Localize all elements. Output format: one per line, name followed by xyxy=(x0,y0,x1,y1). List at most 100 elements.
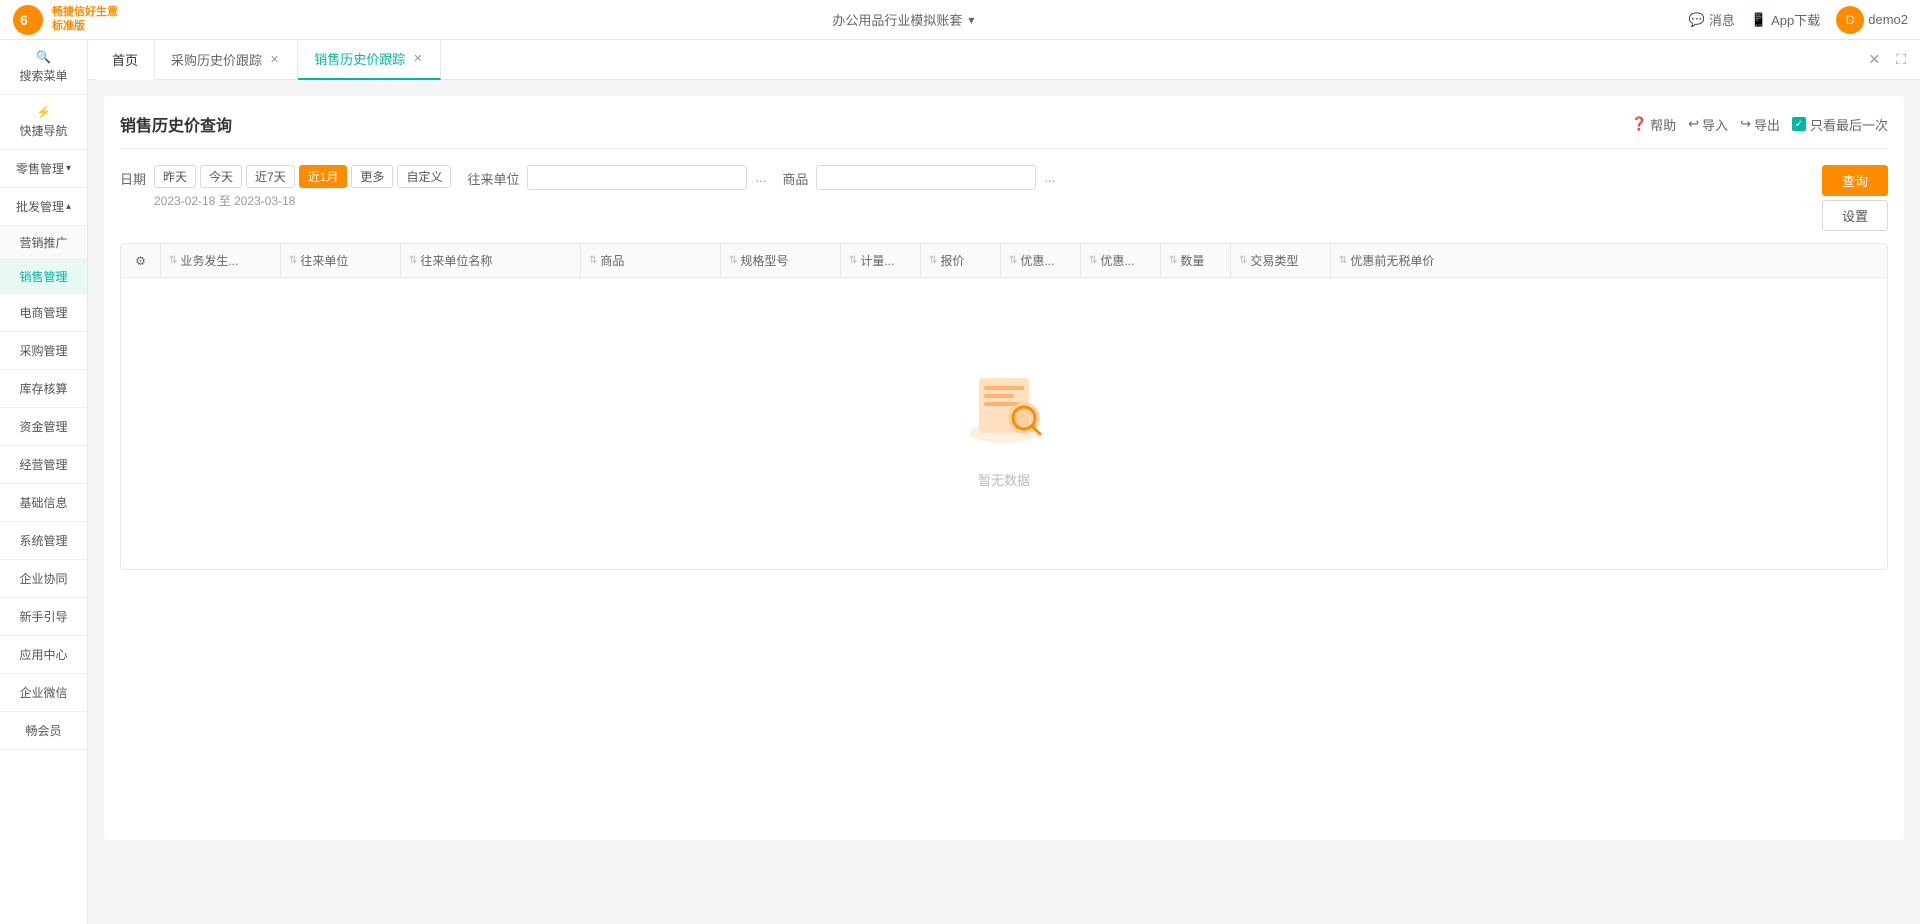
page-title-actions: ❓ 帮助 ↩ 导入 ↪ 导出 ✓ 只看最后一次 xyxy=(1631,115,1888,134)
logo-text: 畅捷信好生意 标准版 xyxy=(52,6,118,32)
close-purchase-history-tab[interactable]: ✕ xyxy=(268,53,281,66)
sidebar-item-enterprise-wechat[interactable]: 企业微信 xyxy=(0,674,87,712)
sidebar-item-search-menu[interactable]: 🔍 搜索菜单 xyxy=(0,40,87,95)
th-discount2[interactable]: ⇅ 优惠... xyxy=(1081,244,1161,277)
settings-btn[interactable]: 设置 xyxy=(1822,200,1888,231)
sidebar-item-ops-mgmt[interactable]: 经营管理 xyxy=(0,446,87,484)
th-unit-name-sort-icon: ⇅ xyxy=(409,255,417,266)
app-download-btn[interactable]: 📱 App下载 xyxy=(1751,10,1820,29)
empty-state-icon xyxy=(954,358,1054,458)
sidebar-item-finance-mgmt[interactable]: 资金管理 xyxy=(0,408,87,446)
import-btn[interactable]: ↩ 导入 xyxy=(1688,115,1728,134)
th-discount1-sort-icon: ⇅ xyxy=(1009,255,1017,266)
sidebar-item-app-center[interactable]: 应用中心 xyxy=(0,636,87,674)
wholesale-arrow-icon: ▴ xyxy=(66,201,71,212)
sidebar-item-sales-mgmt[interactable]: 销售管理 xyxy=(0,260,87,294)
help-btn[interactable]: ❓ 帮助 xyxy=(1631,115,1676,134)
th-date[interactable]: ⇅ 业务发生... xyxy=(161,244,281,277)
search-menu-icon: 🔍 xyxy=(36,50,51,64)
only-last-checkbox[interactable]: ✓ 只看最后一次 xyxy=(1792,115,1888,134)
logo-area: 6 畅捷信好生意 标准版 xyxy=(12,4,118,36)
product-dots-btn[interactable]: ... xyxy=(1044,170,1055,185)
fullscreen-btn[interactable]: ⛶ xyxy=(1890,47,1912,72)
retail-arrow-icon: ▾ xyxy=(66,163,71,174)
quick-nav-icon: ⚡ xyxy=(36,105,51,119)
th-notax-price[interactable]: ⇅ 优惠前无税单价 xyxy=(1331,244,1887,277)
date-btn-1month[interactable]: 近1月 xyxy=(299,165,348,188)
from-unit-input[interactable] xyxy=(527,165,747,190)
th-trade-type[interactable]: ⇅ 交易类型 xyxy=(1231,244,1331,277)
sidebar-item-system-mgmt[interactable]: 系统管理 xyxy=(0,522,87,560)
sidebar-item-inventory-check[interactable]: 库存核算 xyxy=(0,370,87,408)
download-icon: 📱 xyxy=(1751,12,1767,28)
content-area: 首页 采购历史价跟踪 ✕ 销售历史价跟踪 ✕ ✕ ⛶ 销售历史价查询 xyxy=(88,40,1920,924)
tab-purchase-history[interactable]: 采购历史价跟踪 ✕ xyxy=(155,40,298,80)
tab-home[interactable]: 首页 xyxy=(96,40,155,80)
sidebar-item-purchase-mgmt[interactable]: 采购管理 xyxy=(0,332,87,370)
th-unit-code[interactable]: ⇅ 往来单位 xyxy=(281,244,401,277)
top-header: 6 畅捷信好生意 标准版 办公用品行业模拟账套 ▾ 💬 消息 📱 App下载 D… xyxy=(0,0,1920,40)
filter-row: 日期 昨天 今天 近7天 近1月 更多 自定义 2023-02-18 至 202… xyxy=(120,165,1888,231)
avatar: D xyxy=(1836,6,1864,34)
help-icon: ❓ xyxy=(1631,116,1647,132)
date-btn-more[interactable]: 更多 xyxy=(351,165,393,188)
th-product[interactable]: ⇅ 商品 xyxy=(581,244,721,277)
th-product-sort-icon: ⇅ xyxy=(589,255,597,266)
user-profile-btn[interactable]: D demo2 xyxy=(1836,6,1908,34)
th-date-sort-icon: ⇅ xyxy=(169,255,177,266)
th-unit-code-sort-icon: ⇅ xyxy=(289,255,297,266)
product-label: 商品 xyxy=(782,165,808,188)
from-unit-filter-group: 往来单位 ... xyxy=(467,165,766,190)
export-icon: ↪ xyxy=(1740,116,1751,132)
product-input[interactable] xyxy=(816,165,1036,190)
sidebar-item-retail-mgmt[interactable]: 零售管理 ▾ xyxy=(0,150,87,188)
sidebar-item-ecommerce-mgmt[interactable]: 电商管理 xyxy=(0,294,87,332)
date-btn-custom[interactable]: 自定义 xyxy=(397,165,451,188)
sidebar-item-enterprise-coop[interactable]: 企业协同 xyxy=(0,560,87,598)
sidebar-item-beginner-guide[interactable]: 新手引导 xyxy=(0,598,87,636)
th-qty[interactable]: ⇅ 数量 xyxy=(1161,244,1231,277)
close-sales-history-tab[interactable]: ✕ xyxy=(411,52,424,65)
sidebar-item-member-club[interactable]: 畅会员 xyxy=(0,712,87,750)
th-discount1[interactable]: ⇅ 优惠... xyxy=(1001,244,1081,277)
main-layout: 🔍 搜索菜单 ⚡ 快捷导航 零售管理 ▾ 批发管理 ▴ 营销推广 销售管理 xyxy=(0,40,1920,924)
filter-actions: 查询 设置 xyxy=(1822,165,1888,231)
th-uom[interactable]: ⇅ 计量... xyxy=(841,244,921,277)
tab-right-buttons: ✕ ⛶ xyxy=(1862,47,1912,72)
th-price-sort-icon: ⇅ xyxy=(929,255,937,266)
date-buttons: 昨天 今天 近7天 近1月 更多 自定义 xyxy=(154,165,451,188)
svg-text:6: 6 xyxy=(20,12,28,28)
sidebar-item-quick-nav[interactable]: ⚡ 快捷导航 xyxy=(0,95,87,150)
date-range-text: 2023-02-18 至 2023-03-18 xyxy=(154,192,451,209)
date-btn-today[interactable]: 今天 xyxy=(200,165,242,188)
from-unit-input-group: ... xyxy=(527,165,766,190)
product-input-group: ... xyxy=(816,165,1055,190)
date-btn-7days[interactable]: 近7天 xyxy=(246,165,295,188)
th-unit-name[interactable]: ⇅ 往来单位名称 xyxy=(401,244,581,277)
th-settings[interactable]: ⚙ xyxy=(121,244,161,277)
chat-btn[interactable]: 💬 消息 xyxy=(1689,10,1735,29)
sidebar-item-marketing[interactable]: 营销推广 xyxy=(0,226,87,260)
sidebar-item-basic-info[interactable]: 基础信息 xyxy=(0,484,87,522)
tab-bar: 首页 采购历史价跟踪 ✕ 销售历史价跟踪 ✕ ✕ ⛶ xyxy=(88,40,1920,80)
date-btn-yesterday[interactable]: 昨天 xyxy=(154,165,196,188)
sidebar: 🔍 搜索菜单 ⚡ 快捷导航 零售管理 ▾ 批发管理 ▴ 营销推广 销售管理 xyxy=(0,40,88,924)
from-unit-dots-btn[interactable]: ... xyxy=(755,170,766,185)
page-content: 销售历史价查询 ❓ 帮助 ↩ 导入 ↪ 导出 xyxy=(88,80,1920,924)
th-spec[interactable]: ⇅ 规格型号 xyxy=(721,244,841,277)
page-title-text: 销售历史价查询 xyxy=(120,112,232,136)
th-spec-sort-icon: ⇅ xyxy=(729,255,737,266)
export-btn[interactable]: ↪ 导出 xyxy=(1740,115,1780,134)
th-price[interactable]: ⇅ 报价 xyxy=(921,244,1001,277)
page-card: 销售历史价查询 ❓ 帮助 ↩ 导入 ↪ 导出 xyxy=(104,96,1904,840)
close-all-tabs-btn[interactable]: ✕ xyxy=(1862,47,1886,72)
th-trade-sort-icon: ⇅ xyxy=(1239,255,1247,266)
table-container: ⚙ ⇅ 业务发生... ⇅ 往来单位 ⇅ 往来单位名称 xyxy=(120,243,1888,570)
header-right: 💬 消息 📱 App下载 D demo2 xyxy=(1689,6,1908,34)
workspace-dropdown-btn[interactable]: ▾ xyxy=(968,13,974,27)
sidebar-item-wholesale-mgmt[interactable]: 批发管理 ▴ xyxy=(0,188,87,226)
tab-sales-history[interactable]: 销售历史价跟踪 ✕ xyxy=(298,40,441,80)
from-unit-label: 往来单位 xyxy=(467,165,519,188)
query-btn[interactable]: 查询 xyxy=(1822,165,1888,196)
th-discount2-sort-icon: ⇅ xyxy=(1089,255,1097,266)
